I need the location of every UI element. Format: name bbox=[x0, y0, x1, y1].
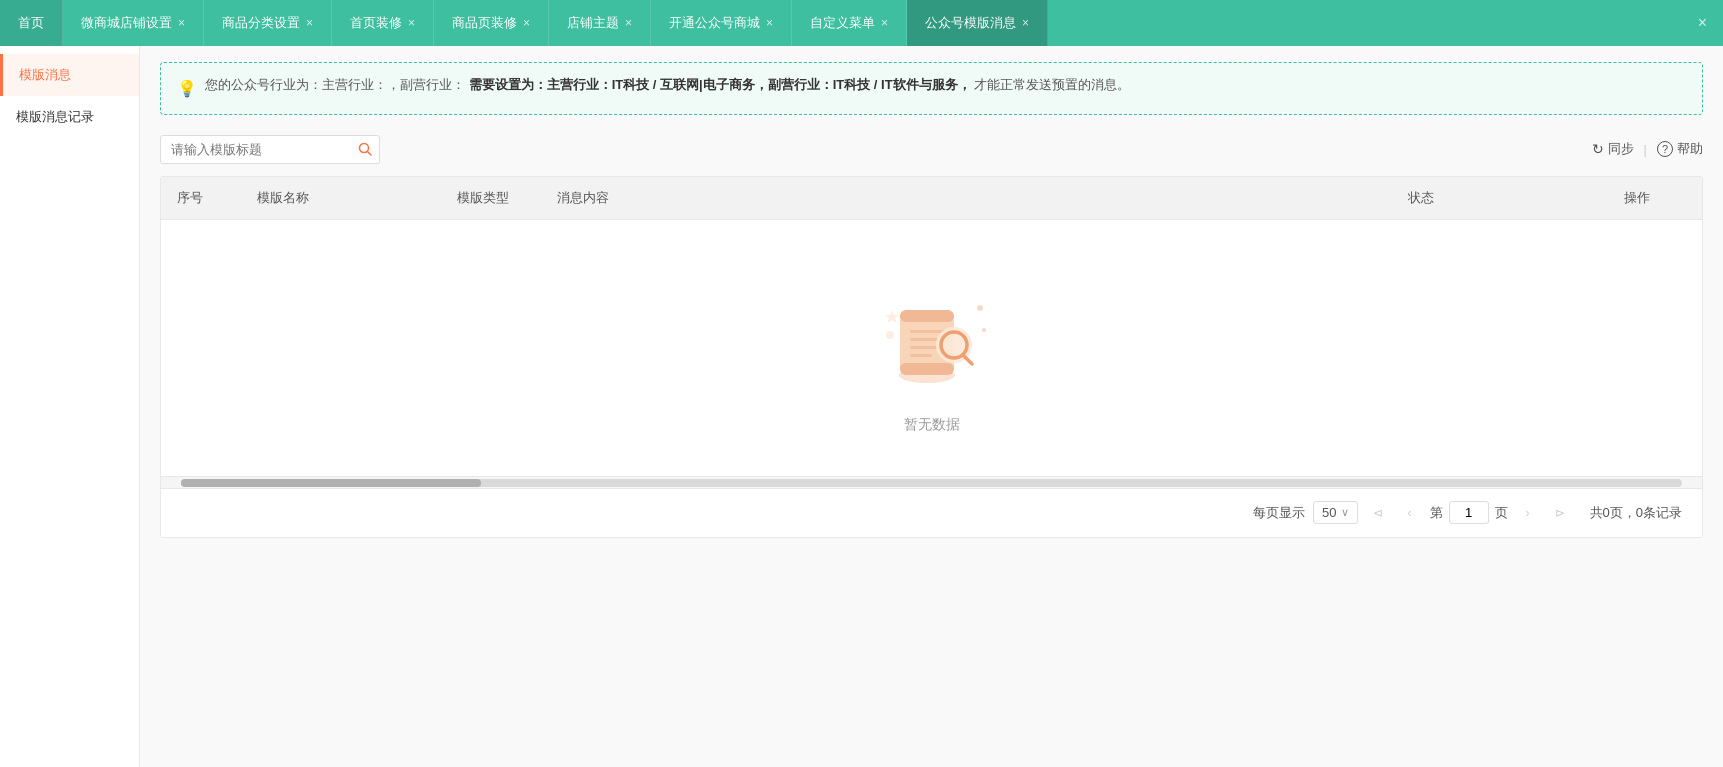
empty-illustration bbox=[872, 280, 992, 400]
tab-shop-settings[interactable]: 微商城店铺设置 × bbox=[63, 0, 204, 46]
close-all-tabs[interactable]: × bbox=[1682, 0, 1723, 46]
th-name: 模版名称 bbox=[241, 177, 441, 219]
pagination: 每页显示 50 ∨ ⊲ ‹ 第 页 › ⊳ 共0页，0条记录 bbox=[161, 488, 1702, 537]
tab-open-mall[interactable]: 开通公众号商城 × bbox=[651, 0, 792, 46]
tab-category-settings-label: 商品分类设置 bbox=[222, 14, 300, 32]
notice-text: 您的公众号行业为：主营行业：，副营行业： 需要设置为：主营行业：IT科技 / 互… bbox=[205, 75, 1130, 96]
sync-label: 同步 bbox=[1608, 140, 1634, 158]
th-type: 模版类型 bbox=[441, 177, 541, 219]
search-icon bbox=[358, 142, 372, 156]
tab-shop-settings-label: 微商城店铺设置 bbox=[81, 14, 172, 32]
tab-product-decor[interactable]: 商品页装修 × bbox=[434, 0, 549, 46]
th-content: 消息内容 bbox=[541, 177, 1392, 219]
next-page-button[interactable]: › bbox=[1516, 501, 1540, 525]
svg-rect-6 bbox=[910, 330, 945, 333]
svg-line-1 bbox=[368, 152, 372, 156]
page-size-value: 50 bbox=[1322, 505, 1336, 520]
tab-template-msg[interactable]: 公众号模版消息 × bbox=[907, 0, 1048, 46]
tab-open-mall-label: 开通公众号商城 bbox=[669, 14, 760, 32]
divider: | bbox=[1644, 142, 1647, 157]
svg-rect-9 bbox=[910, 354, 932, 357]
content-area: 💡 您的公众号行业为：主营行业：，副营行业： 需要设置为：主营行业：IT科技 /… bbox=[140, 46, 1723, 767]
search-left bbox=[160, 135, 380, 164]
close-category-settings[interactable]: × bbox=[306, 16, 313, 30]
tab-product-decor-label: 商品页装修 bbox=[452, 14, 517, 32]
search-bar: ↻ 同步 | ? 帮助 bbox=[160, 135, 1703, 164]
notice-highlight: 需要设置为：主营行业：IT科技 / 互联网|电子商务，副营行业：IT科技 / I… bbox=[469, 77, 971, 92]
sidebar: 模版消息 模版消息记录 bbox=[0, 46, 140, 767]
search-right: ↻ 同步 | ? 帮助 bbox=[1592, 140, 1703, 158]
main-layout: 模版消息 模版消息记录 💡 您的公众号行业为：主营行业：，副营行业： 需要设置为… bbox=[0, 46, 1723, 767]
sidebar-item-template-msg-log[interactable]: 模版消息记录 bbox=[0, 96, 139, 138]
search-input-wrap bbox=[160, 135, 380, 164]
tab-category-settings[interactable]: 商品分类设置 × bbox=[204, 0, 332, 46]
notice-prefix: 您的公众号行业为：主营行业：，副营行业： bbox=[205, 77, 465, 92]
horizontal-scrollbar[interactable] bbox=[161, 476, 1702, 488]
th-status: 状态 bbox=[1392, 177, 1572, 219]
sync-button[interactable]: ↻ 同步 bbox=[1592, 140, 1634, 158]
tab-template-msg-label: 公众号模版消息 bbox=[925, 14, 1016, 32]
notice-box: 💡 您的公众号行业为：主营行业：，副营行业： 需要设置为：主营行业：IT科技 /… bbox=[160, 62, 1703, 115]
close-shop-theme[interactable]: × bbox=[625, 16, 632, 30]
tab-custom-menu-label: 自定义菜单 bbox=[810, 14, 875, 32]
sidebar-item-template-msg-label: 模版消息 bbox=[19, 67, 71, 82]
empty-text: 暂无数据 bbox=[904, 416, 960, 434]
notice-suffix: 才能正常发送预置的消息。 bbox=[974, 77, 1130, 92]
last-page-button[interactable]: ⊳ bbox=[1548, 501, 1572, 525]
page-total: 共0页，0条记录 bbox=[1590, 504, 1682, 522]
help-button[interactable]: ? 帮助 bbox=[1657, 140, 1703, 158]
scrollbar-track bbox=[181, 479, 1682, 487]
sidebar-item-template-msg[interactable]: 模版消息 bbox=[0, 54, 139, 96]
sync-icon: ↻ bbox=[1592, 141, 1604, 157]
data-table: 序号 模版名称 模版类型 消息内容 状态 操作 bbox=[160, 176, 1703, 538]
prev-page-button[interactable]: ‹ bbox=[1398, 501, 1422, 525]
page-size-chevron-icon: ∨ bbox=[1341, 506, 1349, 519]
help-label: 帮助 bbox=[1677, 140, 1703, 158]
tab-home-label: 首页 bbox=[18, 14, 44, 32]
close-home-decor[interactable]: × bbox=[408, 16, 415, 30]
tab-shop-theme-label: 店铺主题 bbox=[567, 14, 619, 32]
table-header: 序号 模版名称 模版类型 消息内容 状态 操作 bbox=[161, 177, 1702, 220]
svg-point-13 bbox=[977, 305, 983, 311]
th-action: 操作 bbox=[1572, 177, 1702, 219]
page-input[interactable] bbox=[1449, 501, 1489, 524]
page-current: 第 页 bbox=[1430, 501, 1508, 524]
svg-rect-4 bbox=[900, 310, 954, 322]
empty-state: 暂无数据 bbox=[161, 220, 1702, 474]
search-button[interactable] bbox=[358, 142, 372, 156]
tab-home-decor-label: 首页装修 bbox=[350, 14, 402, 32]
tab-home-decor[interactable]: 首页装修 × bbox=[332, 0, 434, 46]
top-navigation: 首页 微商城店铺设置 × 商品分类设置 × 首页装修 × 商品页装修 × 店铺主… bbox=[0, 0, 1723, 46]
close-open-mall[interactable]: × bbox=[766, 16, 773, 30]
close-custom-menu[interactable]: × bbox=[881, 16, 888, 30]
search-input[interactable] bbox=[160, 135, 380, 164]
help-icon: ? bbox=[1657, 141, 1673, 157]
tab-home[interactable]: 首页 bbox=[0, 0, 63, 46]
th-serial: 序号 bbox=[161, 177, 241, 219]
page-size-select[interactable]: 50 ∨ bbox=[1313, 501, 1357, 524]
page-size-label: 每页显示 bbox=[1253, 504, 1305, 522]
svg-point-14 bbox=[886, 331, 894, 339]
page-label: 第 bbox=[1430, 504, 1443, 522]
first-page-button[interactable]: ⊲ bbox=[1366, 501, 1390, 525]
svg-point-15 bbox=[982, 328, 986, 332]
tab-custom-menu[interactable]: 自定义菜单 × bbox=[792, 0, 907, 46]
sidebar-item-template-msg-log-label: 模版消息记录 bbox=[16, 109, 94, 124]
notice-icon: 💡 bbox=[177, 76, 197, 102]
close-shop-settings[interactable]: × bbox=[178, 16, 185, 30]
page-unit: 页 bbox=[1495, 504, 1508, 522]
close-template-msg[interactable]: × bbox=[1022, 16, 1029, 30]
scrollbar-thumb[interactable] bbox=[181, 479, 481, 487]
svg-rect-5 bbox=[900, 363, 954, 375]
svg-rect-7 bbox=[910, 338, 938, 341]
tab-shop-theme[interactable]: 店铺主题 × bbox=[549, 0, 651, 46]
close-product-decor[interactable]: × bbox=[523, 16, 530, 30]
